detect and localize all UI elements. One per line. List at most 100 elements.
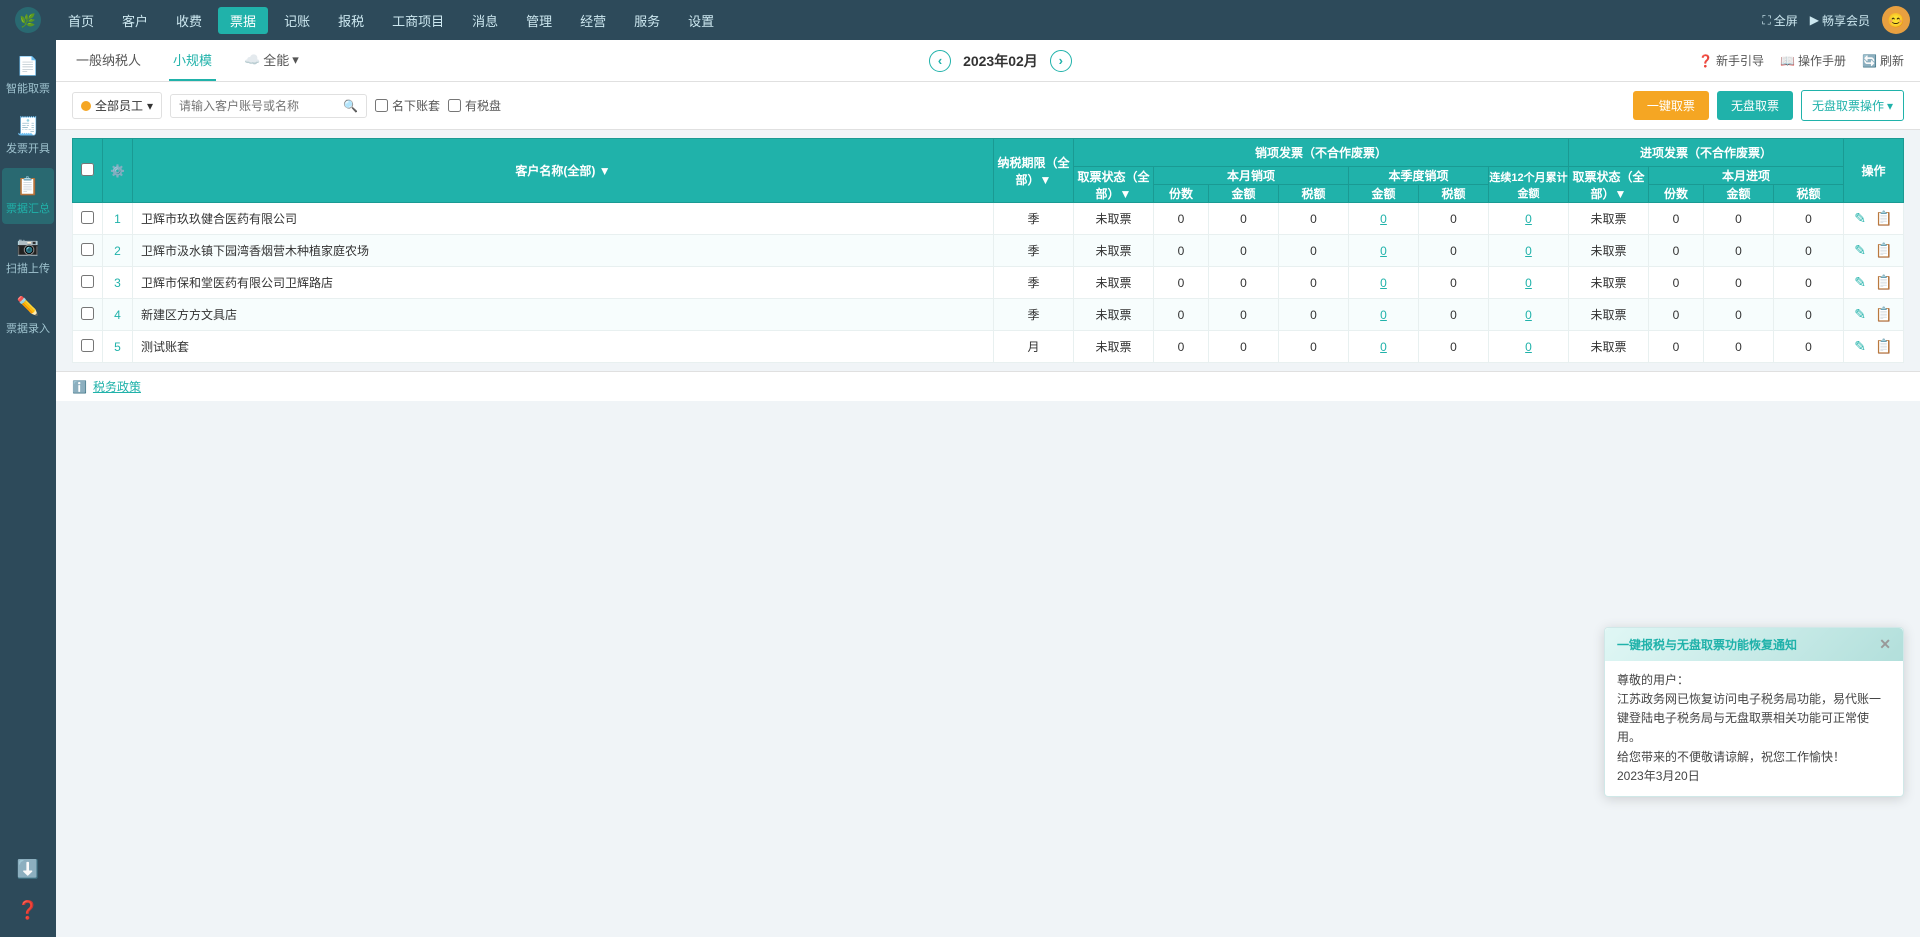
tax-policy-link[interactable]: 税务政策 <box>93 378 141 395</box>
row-checkbox-cell <box>73 235 103 267</box>
row-quarter-sales-tax: 0 <box>1419 235 1489 267</box>
nav-operation[interactable]: 经营 <box>568 7 618 34</box>
refresh-btn[interactable]: 🔄 刷新 <box>1862 52 1904 69</box>
nav-manage[interactable]: 管理 <box>514 7 564 34</box>
row-sales-status: 未取票 <box>1074 331 1154 363</box>
row-sales-tax: 0 <box>1279 267 1349 299</box>
row-quarter-sales-tax: 0 <box>1419 331 1489 363</box>
row-checkbox-2[interactable] <box>81 275 94 288</box>
employee-select[interactable]: 全部员工 ▾ <box>72 92 162 119</box>
row-tax-period: 季 <box>994 235 1074 267</box>
nav-home[interactable]: 首页 <box>56 7 106 34</box>
diskless-fetch-btn[interactable]: 无盘取票 <box>1717 91 1793 120</box>
detail-icon-2[interactable]: 📋 <box>1872 274 1895 290</box>
refresh-icon: 🔄 <box>1862 54 1877 68</box>
edit-icon-3[interactable]: ✎ <box>1851 306 1869 322</box>
search-input[interactable] <box>179 99 339 113</box>
tab-small-scale[interactable]: 小规模 <box>169 40 216 81</box>
row-tax-period: 月 <box>994 331 1074 363</box>
row-tax-period: 季 <box>994 203 1074 235</box>
fullscreen-btn[interactable]: ⛶ 全屏 <box>1762 12 1797 29</box>
row-actions: ✎ 📋 <box>1844 267 1904 299</box>
guide-btn[interactable]: ❓ 新手引导 <box>1698 52 1764 69</box>
edit-icon-0[interactable]: ✎ <box>1851 210 1869 226</box>
nav-tax[interactable]: 报税 <box>326 7 376 34</box>
sidebar-item-scan[interactable]: 📷 扫描上传 <box>2 228 54 284</box>
notification-popup: 一键报税与无盘取票功能恢复通知 ✕ 尊敬的用户： 江苏政务网已恢复访问电子税务局… <box>1604 627 1904 797</box>
sales-invoice-header: 销项发票（不合作废票） <box>1074 139 1569 167</box>
edit-icon-4[interactable]: ✎ <box>1851 338 1869 354</box>
settings-icon[interactable]: ⚙️ <box>110 164 125 178</box>
taxdisk-checkbox[interactable] <box>448 99 461 112</box>
tab-general-taxpayer[interactable]: 一般纳税人 <box>72 40 145 81</box>
fullscreen-icon: ⛶ <box>1762 13 1770 28</box>
select-all-checkbox[interactable] <box>81 163 94 176</box>
current-month-purchase-header: 本月进项 <box>1649 167 1844 185</box>
purchase-tax-header: 税额 <box>1774 185 1844 203</box>
account-checkbox[interactable] <box>375 99 388 112</box>
row-quarter-sales-tax: 0 <box>1419 203 1489 235</box>
nav-business[interactable]: 工商项目 <box>380 7 456 34</box>
sidebar-item-help[interactable]: ❓ <box>2 892 54 929</box>
sidebar-bottom: ⬇️ ❓ <box>2 851 54 937</box>
row-checkbox-3[interactable] <box>81 307 94 320</box>
top-nav-right: ⛶ 全屏 ▶ 畅享会员 😊 <box>1762 6 1910 34</box>
edit-icon-2[interactable]: ✎ <box>1851 274 1869 290</box>
sidebar-item-download[interactable]: ⬇️ <box>2 851 54 888</box>
nav-service[interactable]: 服务 <box>622 7 672 34</box>
edit-icon-1[interactable]: ✎ <box>1851 242 1869 258</box>
detail-icon-3[interactable]: 📋 <box>1872 306 1895 322</box>
table-row: 2 卫辉市汲水镇下园湾香烟营木种植家庭农场 季 未取票 0 0 0 0 0 0 … <box>73 235 1904 267</box>
row-checkbox-1[interactable] <box>81 243 94 256</box>
detail-icon-0[interactable]: 📋 <box>1872 210 1895 226</box>
sidebar-item-summary[interactable]: 📋 票据汇总 <box>2 168 54 224</box>
diskless-ops-btn[interactable]: 无盘取票操作 ▾ <box>1801 90 1904 121</box>
row-actions: ✎ 📋 <box>1844 235 1904 267</box>
row-purchase-amount: 0 <box>1704 235 1774 267</box>
row-consecutive12: 0 <box>1489 235 1569 267</box>
row-quarter-sales-amount: 0 <box>1349 203 1419 235</box>
purchase-amount-header: 金额 <box>1704 185 1774 203</box>
search-icon[interactable]: 🔍 <box>343 99 358 113</box>
sidebar-item-fetch[interactable]: 📄 智能取票 <box>2 48 54 104</box>
tab-all[interactable]: ☁️ 全能 ▾ <box>240 40 303 81</box>
one-key-fetch-btn[interactable]: 一键取票 <box>1633 91 1709 120</box>
sub-nav: 一般纳税人 小规模 ☁️ 全能 ▾ ‹ 2023年02月 › ❓ 新手引导 📖 … <box>56 40 1920 82</box>
prev-period-btn[interactable]: ‹ <box>929 50 951 72</box>
row-client-name: 卫辉市玖玖健合医药有限公司 <box>133 203 994 235</box>
row-client-name: 测试账套 <box>133 331 994 363</box>
nav-message[interactable]: 消息 <box>460 7 510 34</box>
row-client-name: 新建区方方文具店 <box>133 299 994 331</box>
nav-client[interactable]: 客户 <box>110 7 160 34</box>
detail-icon-1[interactable]: 📋 <box>1872 242 1895 258</box>
row-actions: ✎ 📋 <box>1844 203 1904 235</box>
next-period-btn[interactable]: › <box>1050 50 1072 72</box>
table-row: 1 卫辉市玖玖健合医药有限公司 季 未取票 0 0 0 0 0 0 未取票 0 … <box>73 203 1904 235</box>
checkbox-account[interactable]: 名下账套 <box>375 97 440 114</box>
checkbox-taxdisk[interactable]: 有税盘 <box>448 97 501 114</box>
notification-title: 一键报税与无盘取票功能恢复通知 <box>1617 636 1797 653</box>
row-consecutive12: 0 <box>1489 203 1569 235</box>
top-nav-items: 首页 客户 收费 票据 记账 报税 工商项目 消息 管理 经营 服务 设置 <box>56 7 1762 34</box>
notification-body: 尊敬的用户： 江苏政务网已恢复访问电子税务局功能，易代账一键登陆电子税务局与无盘… <box>1605 661 1903 796</box>
nav-settings[interactable]: 设置 <box>676 7 726 34</box>
nav-fee[interactable]: 收费 <box>164 7 214 34</box>
layout: 📄 智能取票 🧾 发票开具 📋 票据汇总 📷 扫描上传 ✏️ 票据录入 ⬇️ ❓ <box>0 40 1920 937</box>
row-checkbox-0[interactable] <box>81 211 94 224</box>
row-purchase-status: 未取票 <box>1569 267 1649 299</box>
detail-icon-4[interactable]: 📋 <box>1872 338 1895 354</box>
row-sales-copies: 0 <box>1154 235 1209 267</box>
row-sales-copies: 0 <box>1154 267 1209 299</box>
notification-close-btn[interactable]: ✕ <box>1879 636 1891 653</box>
nav-ticket[interactable]: 票据 <box>218 7 268 34</box>
row-checkbox-4[interactable] <box>81 339 94 352</box>
row-checkbox-cell <box>73 267 103 299</box>
avatar[interactable]: 😊 <box>1882 6 1910 34</box>
sidebar-item-entry[interactable]: ✏️ 票据录入 <box>2 288 54 344</box>
manual-btn[interactable]: 📖 操作手册 <box>1780 52 1846 69</box>
row-index: 3 <box>103 267 133 299</box>
period-nav: ‹ 2023年02月 › <box>327 50 1674 72</box>
nav-accounting[interactable]: 记账 <box>272 7 322 34</box>
sidebar-item-invoice[interactable]: 🧾 发票开具 <box>2 108 54 164</box>
member-btn[interactable]: ▶ 畅享会员 <box>1810 12 1870 29</box>
